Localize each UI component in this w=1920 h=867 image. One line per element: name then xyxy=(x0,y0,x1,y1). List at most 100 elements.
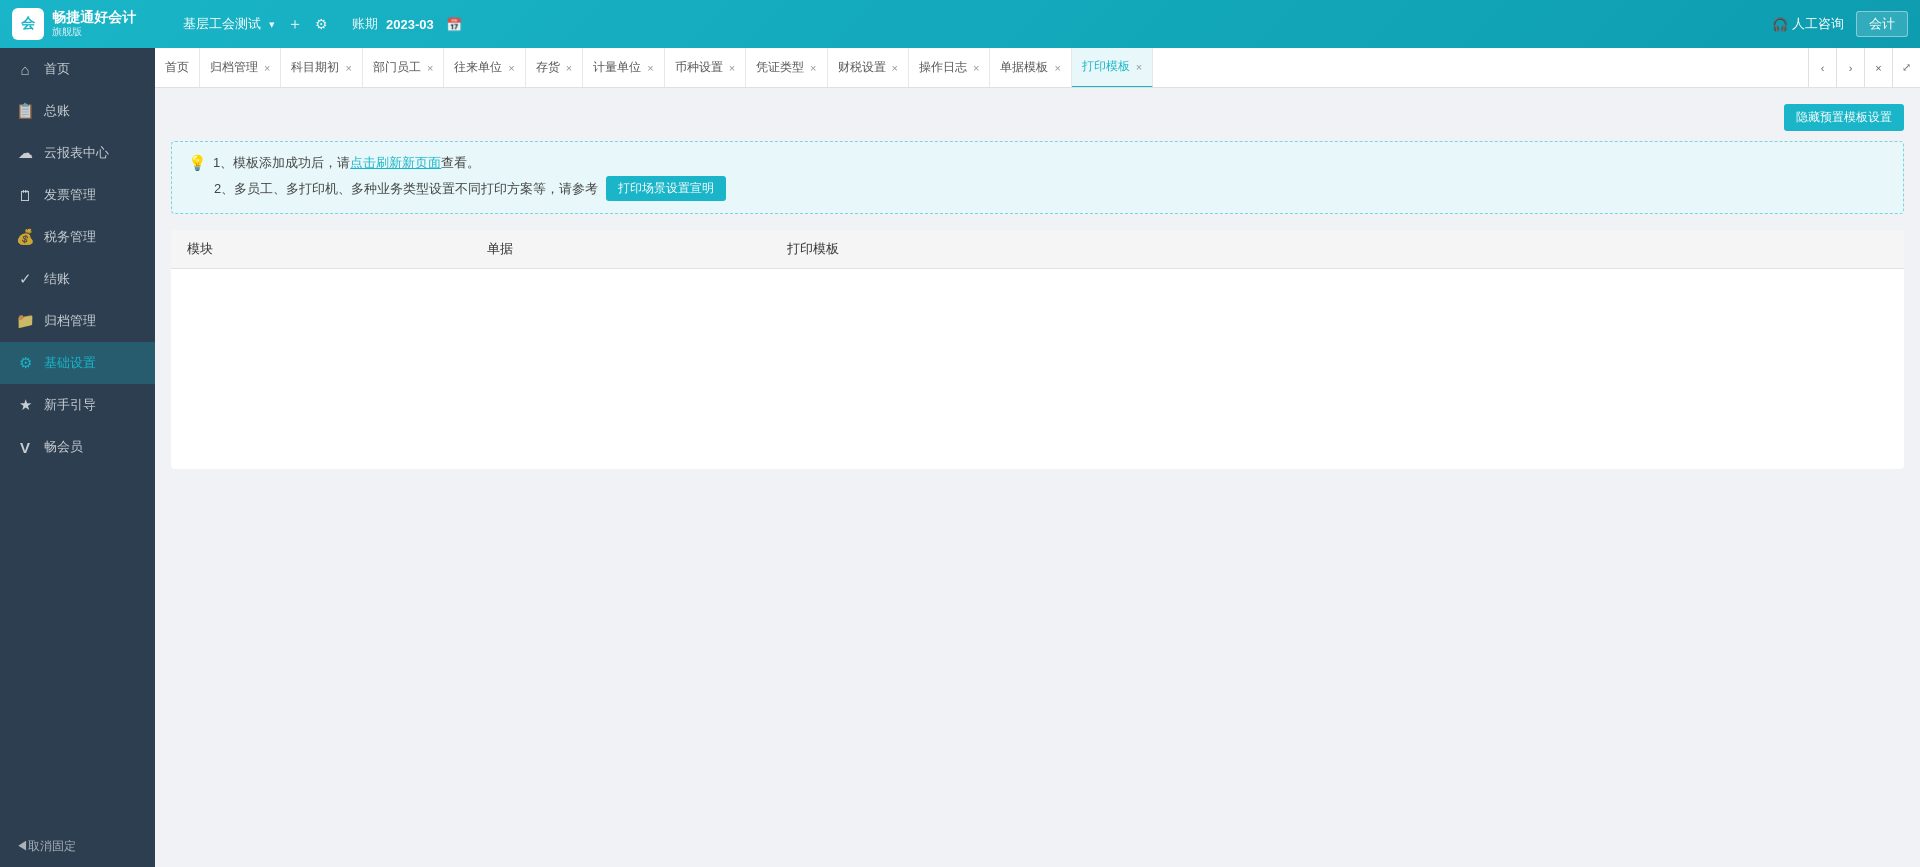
tab-archive-label: 归档管理 xyxy=(210,59,258,76)
col-header-module: 模块 xyxy=(171,230,471,268)
refresh-link[interactable]: 点击刷新新页面 xyxy=(350,154,441,172)
tab-dept-close[interactable]: × xyxy=(427,62,433,74)
hide-settings-button[interactable]: 隐藏预置模板设置 xyxy=(1784,104,1904,131)
tab-currency[interactable]: 币种设置 × xyxy=(665,48,746,88)
tab-currency-close[interactable]: × xyxy=(729,62,735,74)
tab-scroll-right[interactable]: › xyxy=(1836,48,1864,88)
data-table: 模块 单据 打印模板 xyxy=(171,230,1904,469)
member-icon: V xyxy=(16,439,34,456)
tab-voucher-close[interactable]: × xyxy=(810,62,816,74)
unpin-label: ◀取消固定 xyxy=(16,838,76,855)
period-label: 账期 xyxy=(352,15,378,33)
sidebar-item-reports[interactable]: ☁ 云报表中心 xyxy=(0,132,155,174)
headset-icon: 🎧 xyxy=(1772,17,1788,32)
unpin-button[interactable]: ◀取消固定 xyxy=(0,826,155,867)
tab-partner-label: 往来单位 xyxy=(454,59,502,76)
col-header-document: 单据 xyxy=(471,230,771,268)
invoice-icon: 🗒 xyxy=(16,187,34,204)
print-guide-button[interactable]: 打印场景设置宣明 xyxy=(606,176,726,201)
sidebar-label-checkout: 结账 xyxy=(44,270,70,288)
tab-voucher[interactable]: 凭证类型 × xyxy=(746,48,827,88)
tab-inventory-label: 存货 xyxy=(536,59,560,76)
tab-subject-close[interactable]: × xyxy=(345,62,351,74)
tab-close-current[interactable]: × xyxy=(1864,48,1892,88)
settings-icon: ⚙ xyxy=(16,354,34,372)
tab-subject[interactable]: 科目期初 × xyxy=(281,48,362,88)
tab-archive-close[interactable]: × xyxy=(264,62,270,74)
tab-dept[interactable]: 部门员工 × xyxy=(363,48,444,88)
top-header: 会 畅捷通好会计 旗舰版 基层工会测试 ▾ ＋ ⚙ 账期 2023-03 📅 🎧… xyxy=(0,0,1920,48)
company-dropdown-icon[interactable]: ▾ xyxy=(269,18,275,31)
tab-oplog-label: 操作日志 xyxy=(919,59,967,76)
tab-voucher-label: 凭证类型 xyxy=(756,59,804,76)
bulb-icon: 💡 xyxy=(188,154,207,172)
header-right: 🎧 人工咨询 会计 xyxy=(1772,11,1908,37)
archive-icon: 📁 xyxy=(16,312,34,330)
sidebar-item-settings[interactable]: ⚙ 基础设置 xyxy=(0,342,155,384)
tab-tax-settings[interactable]: 财税设置 × xyxy=(828,48,909,88)
calendar-icon[interactable]: 📅 xyxy=(446,17,462,32)
tab-home-label: 首页 xyxy=(165,59,189,76)
sidebar-label-ledger: 总账 xyxy=(44,102,70,120)
sidebar-label-reports: 云报表中心 xyxy=(44,144,109,162)
sidebar-label-settings: 基础设置 xyxy=(44,354,96,372)
gear-icon[interactable]: ⚙ xyxy=(315,16,328,32)
info-text-1b: 查看。 xyxy=(441,154,480,172)
tab-expand[interactable]: ⤢ xyxy=(1892,48,1920,88)
app-edition: 旗舰版 xyxy=(52,25,136,39)
sidebar-label-member: 畅会员 xyxy=(44,438,83,456)
tab-unit-close[interactable]: × xyxy=(647,62,653,74)
tab-tax-settings-close[interactable]: × xyxy=(892,62,898,74)
tab-unit-label: 计量单位 xyxy=(593,59,641,76)
tab-oplog-close[interactable]: × xyxy=(973,62,979,74)
tab-inventory[interactable]: 存货 × xyxy=(526,48,583,88)
app-name: 畅捷通好会计 xyxy=(52,9,136,26)
tab-single-template[interactable]: 单据模板 × xyxy=(990,48,1071,88)
tab-single-template-label: 单据模板 xyxy=(1000,59,1048,76)
sidebar-label-archive: 归档管理 xyxy=(44,312,96,330)
tab-dept-label: 部门员工 xyxy=(373,59,421,76)
info-line-2: 2、多员工、多打印机、多种业务类型设置不同打印方案等，请参考 打印场景设置宣明 xyxy=(188,176,1887,201)
sidebar-label-tax: 税务管理 xyxy=(44,228,96,246)
tab-partner[interactable]: 往来单位 × xyxy=(444,48,525,88)
cloud-icon: ☁ xyxy=(16,144,34,162)
tab-oplog[interactable]: 操作日志 × xyxy=(909,48,990,88)
ledger-icon: 📋 xyxy=(16,102,34,120)
tab-tax-settings-label: 财税设置 xyxy=(838,59,886,76)
sidebar-item-archive[interactable]: 📁 归档管理 xyxy=(0,300,155,342)
sidebar-item-ledger[interactable]: 📋 总账 xyxy=(0,90,155,132)
action-bar: 隐藏预置模板设置 xyxy=(171,104,1904,131)
add-button[interactable]: ＋ xyxy=(287,14,303,35)
sidebar-item-member[interactable]: V 畅会员 xyxy=(0,426,155,468)
sidebar-label-invoice: 发票管理 xyxy=(44,186,96,204)
info-box: 💡 1、模板添加成功后，请 点击刷新新页面 查看。 2、多员工、多打印机、多种业… xyxy=(171,141,1904,214)
tab-inventory-close[interactable]: × xyxy=(566,62,572,74)
tab-print-template[interactable]: 打印模板 × xyxy=(1072,48,1153,88)
info-text-1a: 1、模板添加成功后，请 xyxy=(213,154,350,172)
ai-service-button[interactable]: 🎧 人工咨询 xyxy=(1772,15,1844,33)
tax-icon: 💰 xyxy=(16,228,34,246)
tab-archive[interactable]: 归档管理 × xyxy=(200,48,281,88)
content-area: 首页 归档管理 × 科目期初 × 部门员工 × 往来单位 × 存货 × xyxy=(155,48,1920,867)
sidebar-item-tax[interactable]: 💰 税务管理 xyxy=(0,216,155,258)
tab-print-template-close[interactable]: × xyxy=(1136,61,1142,73)
page-content: 隐藏预置模板设置 💡 1、模板添加成功后，请 点击刷新新页面 查看。 2、多员工… xyxy=(155,88,1920,867)
tab-home[interactable]: 首页 xyxy=(155,48,200,88)
tab-unit[interactable]: 计量单位 × xyxy=(583,48,664,88)
sidebar-item-invoice[interactable]: 🗒 发票管理 xyxy=(0,174,155,216)
user-button[interactable]: 会计 xyxy=(1856,11,1908,37)
tab-bar: 首页 归档管理 × 科目期初 × 部门员工 × 往来单位 × 存货 × xyxy=(155,48,1920,88)
logo-area: 会 畅捷通好会计 旗舰版 xyxy=(12,8,167,40)
logo-icon: 会 xyxy=(12,8,44,40)
sidebar-item-checkout[interactable]: ✓ 结账 xyxy=(0,258,155,300)
tab-nav-arrows: ‹ › × ⤢ xyxy=(1808,48,1920,88)
ai-service-label: 人工咨询 xyxy=(1792,15,1844,33)
tab-scroll-left[interactable]: ‹ xyxy=(1808,48,1836,88)
home-icon: ⌂ xyxy=(16,61,34,78)
tab-single-template-close[interactable]: × xyxy=(1054,62,1060,74)
table-header: 模块 单据 打印模板 xyxy=(171,230,1904,269)
sidebar-item-guide[interactable]: ★ 新手引导 xyxy=(0,384,155,426)
info-text-2: 2、多员工、多打印机、多种业务类型设置不同打印方案等，请参考 xyxy=(214,180,598,198)
tab-partner-close[interactable]: × xyxy=(508,62,514,74)
sidebar-item-home[interactable]: ⌂ 首页 xyxy=(0,48,155,90)
